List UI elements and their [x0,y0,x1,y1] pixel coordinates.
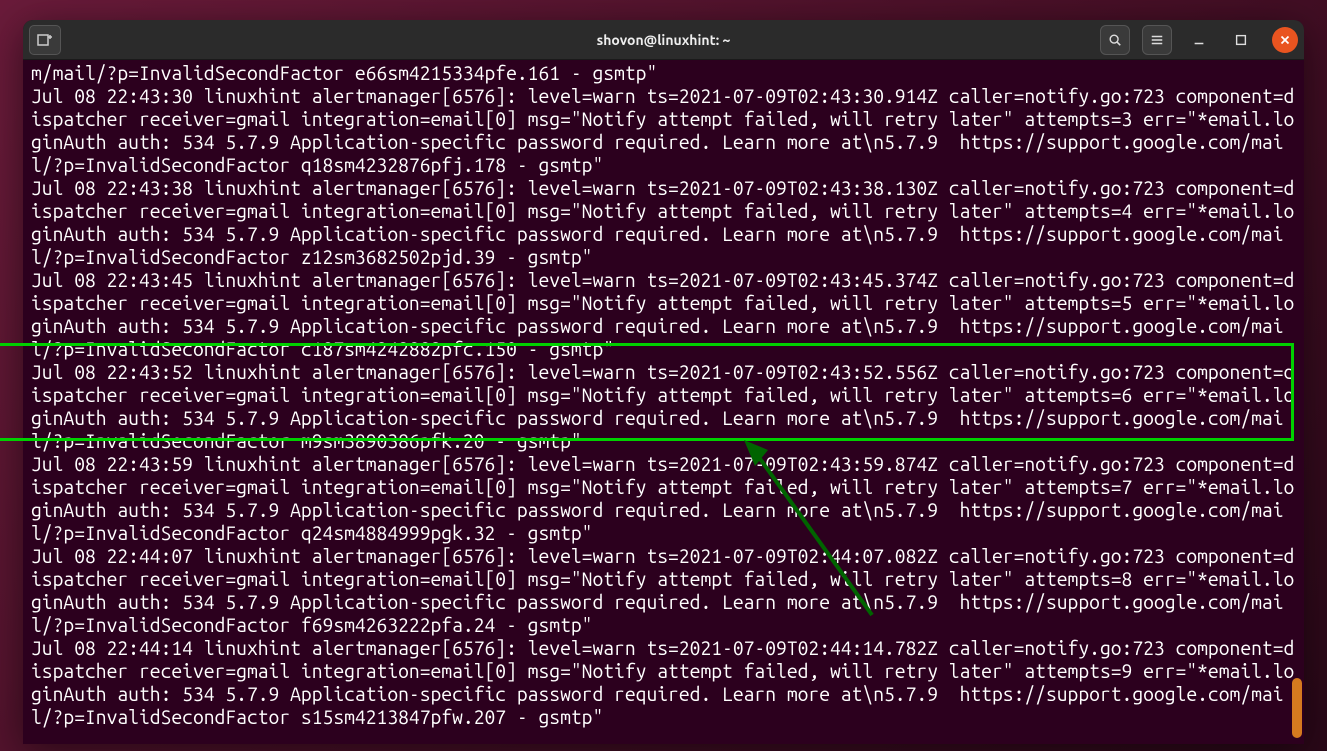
close-button[interactable] [1272,27,1298,53]
search-icon [1108,33,1122,47]
terminal-output: m/mail/?p=InvalidSecondFactor e66sm42153… [31,62,1298,729]
terminal-body[interactable]: m/mail/?p=InvalidSecondFactor e66sm42153… [23,60,1304,744]
hamburger-icon [1150,33,1164,47]
scrollbar-thumb[interactable] [1292,678,1302,738]
search-button[interactable] [1100,25,1130,55]
titlebar: shovon@linuxhint: ~ [23,20,1304,60]
new-tab-button[interactable] [29,25,61,55]
new-tab-icon [37,32,53,48]
maximize-icon [1234,33,1248,47]
maximize-button[interactable] [1226,25,1256,55]
menu-button[interactable] [1142,25,1172,55]
window-controls [1100,25,1298,55]
scrollbar[interactable] [1292,124,1302,738]
minimize-button[interactable] [1184,25,1214,55]
terminal-window: shovon@linuxhint: ~ [23,20,1304,744]
minimize-icon [1192,33,1206,47]
close-icon [1278,33,1292,47]
